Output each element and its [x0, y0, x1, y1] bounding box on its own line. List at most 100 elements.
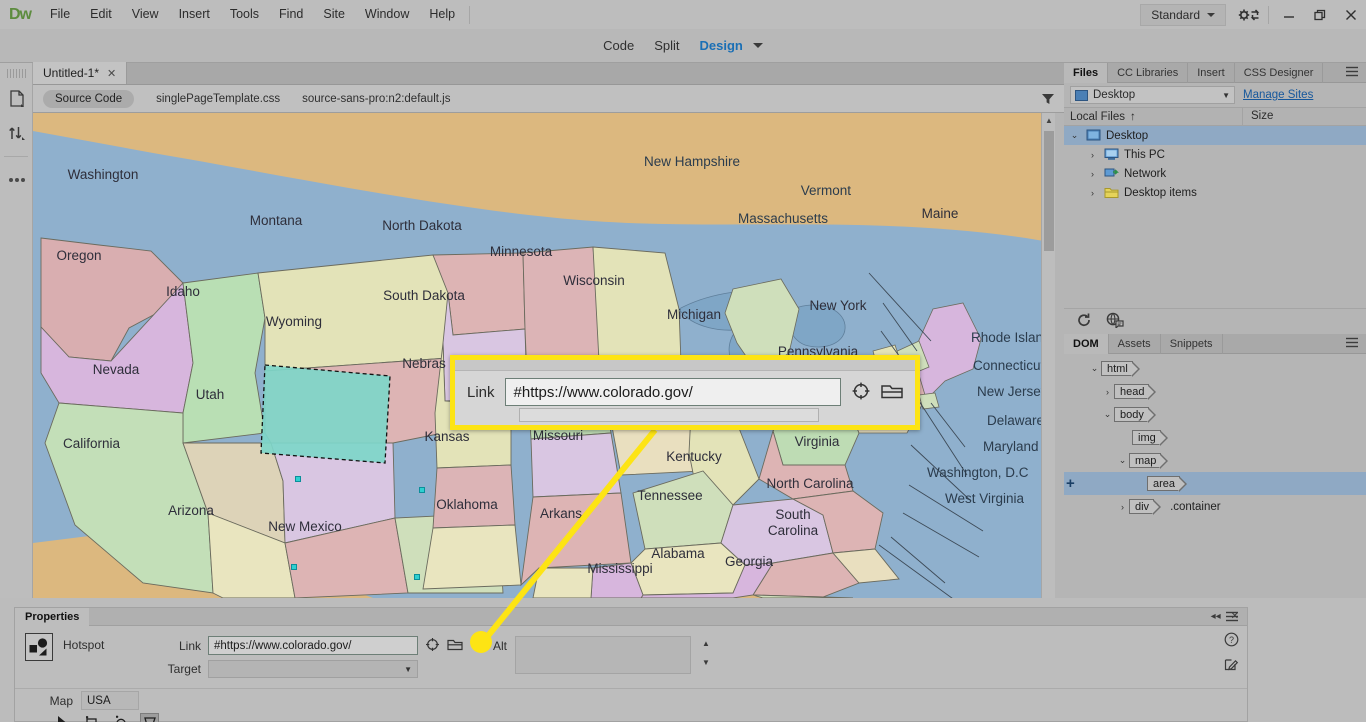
toolbar-grip[interactable] [6, 69, 26, 78]
file-tree-row-network[interactable]: › Network [1064, 164, 1366, 183]
related-file-source-code[interactable]: Source Code [43, 89, 135, 108]
chevron-right-icon[interactable]: › [1086, 188, 1099, 198]
svg-text:?: ? [1229, 635, 1234, 645]
tab-files[interactable]: Files [1064, 62, 1109, 83]
menu-window[interactable]: Window [355, 0, 419, 29]
dom-panel-menu-button[interactable] [1345, 337, 1366, 351]
menu-view[interactable]: View [122, 0, 169, 29]
dom-node-body[interactable]: ⌄ body [1064, 403, 1366, 426]
tab-code-view[interactable]: Code [603, 38, 634, 53]
menu-tools[interactable]: Tools [220, 0, 269, 29]
related-file-css[interactable]: singlePageTemplate.css [156, 93, 280, 105]
colorado-hotspot[interactable] [260, 364, 391, 464]
chevron-up-icon[interactable]: ▲ [702, 639, 710, 648]
callout-target-input[interactable] [519, 408, 819, 422]
alt-stepper[interactable]: ▲ ▼ [699, 636, 713, 670]
add-element-icon[interactable]: + [1066, 475, 1075, 492]
close-icon[interactable]: ✕ [107, 67, 116, 80]
chevron-down-icon[interactable]: ⌄ [1088, 363, 1101, 374]
minimize-button[interactable] [1273, 0, 1304, 29]
local-files-tree[interactable]: ⌄ Desktop › This PC › Network › Desktop … [1064, 126, 1366, 308]
file-tree-row-desktop-items[interactable]: › Desktop items [1064, 183, 1366, 202]
chevron-down-icon[interactable]: ▼ [702, 658, 710, 667]
alt-input[interactable] [515, 636, 692, 674]
site-dropdown[interactable]: Desktop ▼ [1070, 86, 1235, 104]
tab-assets[interactable]: Assets [1109, 333, 1161, 354]
canvas-vertical-scrollbar[interactable]: ▲ [1041, 113, 1055, 598]
tab-cc-libraries[interactable]: CC Libraries [1108, 62, 1189, 83]
menu-help[interactable]: Help [419, 0, 465, 29]
hotspot-handle-bl[interactable] [291, 564, 297, 570]
hotspot-handle-br[interactable] [414, 574, 420, 580]
rectangle-hotspot-tool[interactable] [82, 713, 101, 722]
left-toolbar [0, 63, 33, 598]
dom-node-img[interactable]: img [1064, 426, 1366, 449]
point-to-file-icon[interactable] [425, 637, 440, 655]
browse-folder-icon[interactable] [447, 638, 463, 654]
column-local-files[interactable]: Local Files ↑ [1064, 111, 1242, 123]
dom-tree[interactable]: ⌄ html › head ⌄ body img ⌄ map + area › … [1064, 354, 1366, 518]
more-tools-button[interactable] [0, 163, 33, 197]
dom-node-html[interactable]: ⌄ html [1064, 357, 1366, 380]
dom-node-area[interactable]: + area [1064, 472, 1366, 495]
chevron-right-icon[interactable]: › [1086, 150, 1099, 160]
tab-css-designer[interactable]: CSS Designer [1235, 62, 1324, 83]
tab-insert[interactable]: Insert [1188, 62, 1235, 83]
file-tree-row-this-pc[interactable]: › This PC [1064, 145, 1366, 164]
scroll-up-icon[interactable]: ▲ [1042, 113, 1056, 127]
polygon-hotspot-tool[interactable] [140, 713, 159, 722]
menu-find[interactable]: Find [269, 0, 313, 29]
chevron-down-icon[interactable]: ⌄ [1116, 455, 1129, 466]
document-tab-untitled-1[interactable]: Untitled-1* ✕ [33, 62, 128, 84]
workspace-switcher[interactable]: Standard [1140, 3, 1226, 26]
files-panel-menu-button[interactable] [1345, 66, 1366, 80]
collapse-panel-icon[interactable]: ◂◂ [1211, 611, 1221, 622]
tab-properties[interactable]: Properties [15, 607, 90, 626]
map-name-input[interactable]: USA [81, 691, 139, 710]
target-select[interactable]: ▼ [208, 660, 418, 678]
tab-design-view[interactable]: Design [700, 38, 743, 53]
dom-node-head[interactable]: › head [1064, 380, 1366, 403]
filter-related-files-button[interactable] [1041, 92, 1055, 109]
tab-dom[interactable]: DOM [1064, 333, 1109, 354]
circle-hotspot-tool[interactable] [111, 713, 130, 722]
menu-insert[interactable]: Insert [169, 0, 220, 29]
dom-tag-label: head [1114, 384, 1158, 400]
pointer-tool[interactable] [53, 713, 72, 722]
hotspot-handle-tr[interactable] [419, 487, 425, 493]
chevron-down-icon[interactable] [752, 43, 763, 48]
hotspot-handle-tl[interactable] [295, 476, 301, 482]
chevron-right-icon[interactable]: › [1086, 169, 1099, 179]
dom-node-map[interactable]: ⌄ map [1064, 449, 1366, 472]
chevron-right-icon[interactable]: › [1116, 502, 1129, 512]
maximize-button[interactable] [1304, 0, 1335, 29]
browse-folder-icon[interactable] [881, 382, 903, 403]
chevron-down-icon[interactable]: ⌄ [1068, 130, 1081, 141]
point-to-file-icon[interactable] [851, 381, 871, 404]
help-icon[interactable]: ? [1224, 632, 1239, 650]
open-documents-button[interactable] [0, 82, 33, 116]
manage-sites-link[interactable]: Manage Sites [1243, 89, 1313, 101]
menu-file[interactable]: File [40, 0, 80, 29]
settings-sync-button[interactable] [1234, 4, 1264, 26]
tab-snippets[interactable]: Snippets [1161, 333, 1223, 354]
file-tree-row-desktop[interactable]: ⌄ Desktop [1064, 126, 1366, 145]
pencil-icon[interactable] [1224, 657, 1239, 675]
chevron-right-icon[interactable]: › [1101, 387, 1114, 397]
file-management-button[interactable] [0, 116, 33, 150]
menu-site[interactable]: Site [313, 0, 355, 29]
refresh-icon[interactable] [1076, 312, 1092, 331]
dom-node-div-container[interactable]: › div .container [1064, 495, 1366, 518]
link-input[interactable]: #https://www.colorado.gov/ [208, 636, 418, 655]
properties-menu-button[interactable] [1225, 611, 1239, 625]
menu-bar-right: Standard [1140, 0, 1366, 29]
close-button[interactable] [1335, 0, 1366, 29]
live-view-icon[interactable] [1106, 312, 1124, 331]
callout-link-input[interactable]: #https://www.colorado.gov/ [504, 378, 841, 406]
tab-split-view[interactable]: Split [654, 38, 679, 53]
related-file-js[interactable]: source-sans-pro:n2:default.js [302, 93, 450, 105]
scrollbar-thumb[interactable] [1044, 131, 1054, 251]
chevron-down-icon[interactable]: ⌄ [1101, 409, 1114, 420]
menu-edit[interactable]: Edit [80, 0, 122, 29]
column-size[interactable]: Size [1242, 107, 1366, 126]
